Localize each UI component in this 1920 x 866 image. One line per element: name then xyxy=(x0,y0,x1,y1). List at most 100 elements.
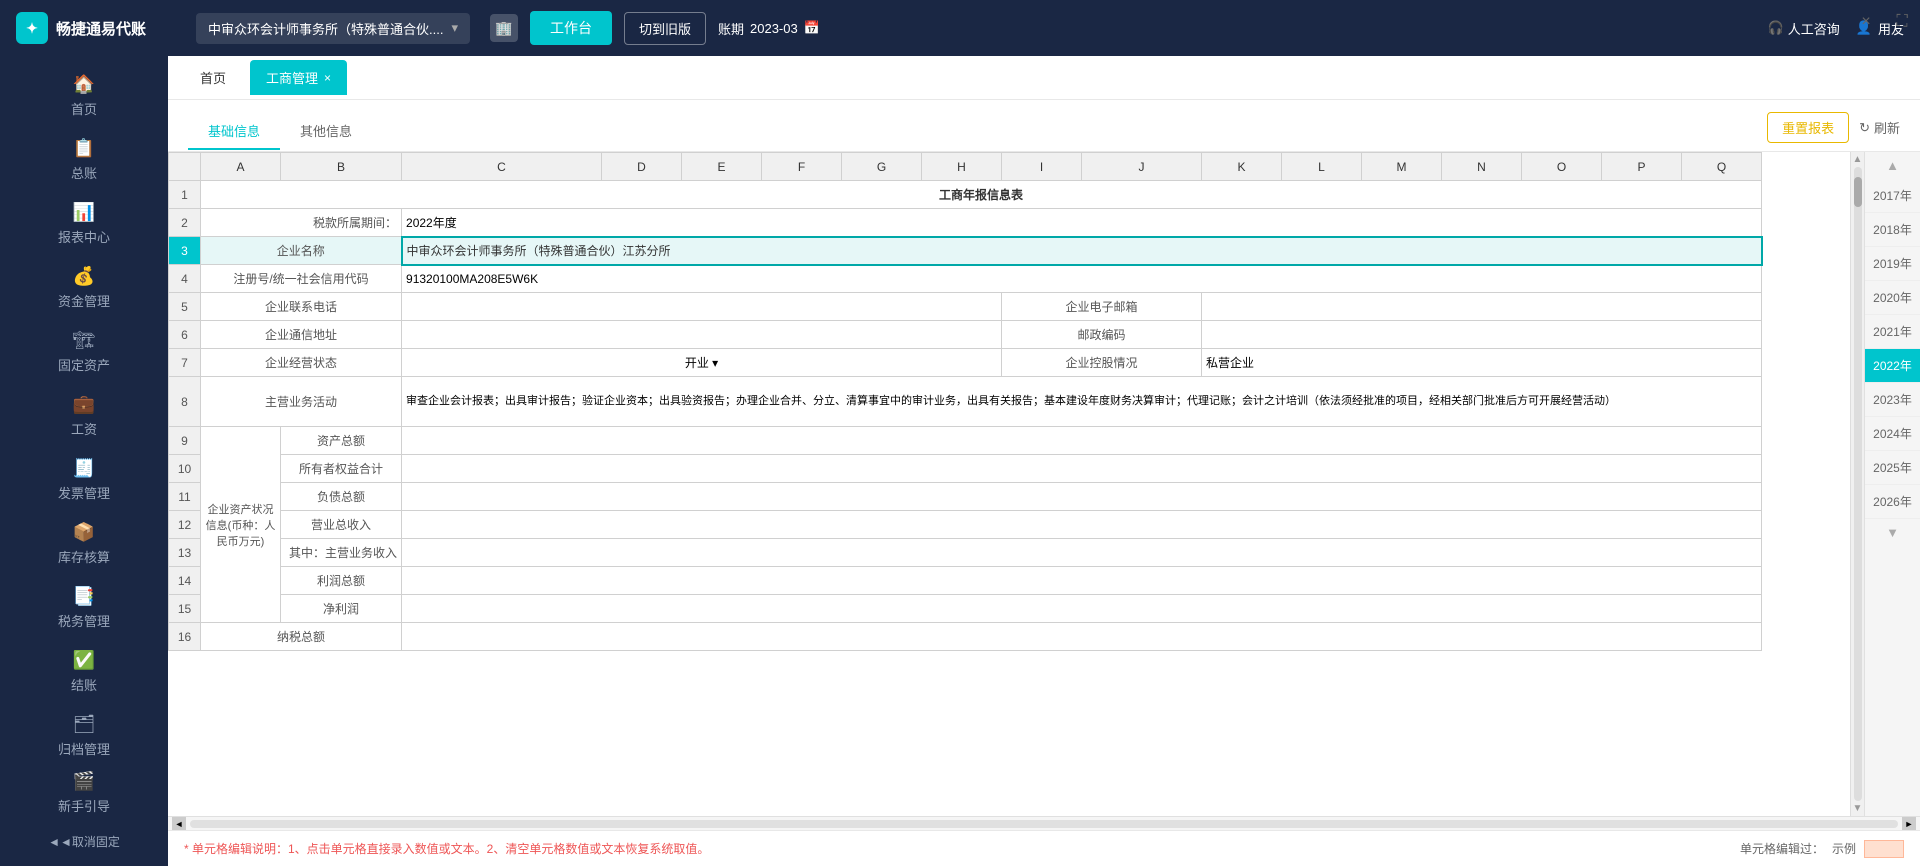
year-item-2022[interactable]: 2022年 xyxy=(1865,349,1920,383)
tab-active[interactable]: 工商管理 × xyxy=(250,60,347,95)
year-item-2024[interactable]: 2024年 xyxy=(1865,417,1920,451)
horizontal-scrollbar[interactable]: ◄ ► xyxy=(168,816,1920,830)
total-assets-label: 资产总额 xyxy=(281,427,402,455)
year-nav-up[interactable]: ▲ xyxy=(1865,152,1920,179)
workbench-button[interactable]: 工作台 xyxy=(530,11,612,45)
sidebar-item-finance[interactable]: 💰 资金管理 xyxy=(0,256,168,320)
year-item-2017[interactable]: 2017年 xyxy=(1865,179,1920,213)
tax-icon: 📑 xyxy=(73,586,95,607)
consult-button[interactable]: 🎧 人工咨询 xyxy=(1768,19,1840,38)
vertical-scrollbar[interactable]: ▲ ▼ xyxy=(1850,152,1864,816)
liability-value[interactable] xyxy=(402,483,1762,511)
sidebar-item-archive[interactable]: 🗂 归档管理 xyxy=(0,704,168,761)
example-color-box xyxy=(1864,840,1904,858)
refresh-button[interactable]: ↻ 刷新 xyxy=(1859,118,1900,137)
period-area: 账期 2023-03 📅 xyxy=(718,19,820,38)
sheet-wrapper[interactable]: A B C D E F G H I J K L xyxy=(168,152,1850,816)
old-version-button[interactable]: 切到旧版 xyxy=(624,12,706,45)
sidebar-item-tax[interactable]: 📑 税务管理 xyxy=(0,576,168,640)
scroll-right-arrow[interactable]: ► xyxy=(1902,817,1916,831)
year-item-2019[interactable]: 2019年 xyxy=(1865,247,1920,281)
tax-total-label: 纳税总额 xyxy=(201,623,402,651)
sidebar-item-invoice[interactable]: 🧾 发票管理 xyxy=(0,448,168,512)
scroll-up-icon[interactable]: ▲ xyxy=(1853,154,1863,165)
archive-icon: 🗂 xyxy=(73,714,96,735)
calendar-icon[interactable]: 📅 xyxy=(804,20,820,36)
sidebar-label-ledger: 总账 xyxy=(71,163,97,182)
total-revenue-value[interactable] xyxy=(402,511,1762,539)
corner-header xyxy=(169,153,201,181)
row-num-5: 5 xyxy=(169,293,201,321)
email-value[interactable] xyxy=(1202,293,1762,321)
scroll-down-icon[interactable]: ▼ xyxy=(1853,803,1863,814)
title-cell[interactable]: 工商年报信息表 xyxy=(201,181,1762,209)
sub-tab-other-label: 其他信息 xyxy=(300,124,352,139)
col-k: K xyxy=(1202,153,1282,181)
reset-report-button[interactable]: 重置报表 xyxy=(1767,112,1849,143)
year-item-2026[interactable]: 2026年 xyxy=(1865,485,1920,519)
total-assets-value[interactable] xyxy=(402,427,1762,455)
scroll-thumb[interactable] xyxy=(1854,177,1862,207)
report-icon: 📊 xyxy=(73,202,95,223)
regcode-value[interactable]: 91320100MA208E5W6K xyxy=(402,265,1762,293)
table-row: 7 企业经营状态 开业 ▾ 企业控股情况 私营企业 xyxy=(169,349,1762,377)
cancel-fixed-button[interactable]: ◄◄取消固定 xyxy=(0,825,168,858)
logo-icon: ✦ xyxy=(16,12,48,44)
phone-value[interactable] xyxy=(402,293,1002,321)
sheet-table: A B C D E F G H I J K L xyxy=(168,152,1763,651)
sidebar-label-assets: 固定资产 xyxy=(58,355,110,374)
bottom-bar: * 单元格编辑说明：1、点击单元格直接录入数值或文本。2、清空单元格数值或文本恢… xyxy=(168,830,1920,866)
zipcode-value[interactable] xyxy=(1202,321,1762,349)
sidebar-item-inventory[interactable]: 📦 库存核算 xyxy=(0,512,168,576)
company-value-cell[interactable]: 中审众环会计师事务所（特殊普通合伙）江苏分所 xyxy=(402,237,1762,265)
sub-tab-basic[interactable]: 基础信息 xyxy=(188,113,280,150)
sidebar-item-home[interactable]: 🏠 首页 xyxy=(0,64,168,128)
sidebar-item-assets[interactable]: 🏗 固定资产 xyxy=(0,320,168,384)
sidebar-item-salary[interactable]: 💼 工资 xyxy=(0,384,168,448)
address-value[interactable] xyxy=(402,321,1002,349)
assets-icon: 🏗 xyxy=(73,330,96,351)
year-item-2018[interactable]: 2018年 xyxy=(1865,213,1920,247)
row-num-4: 4 xyxy=(169,265,201,293)
company-icon-button[interactable]: 🏢 xyxy=(490,14,518,42)
tab-home-label: 首页 xyxy=(200,71,226,86)
logo-area: ✦ 畅捷通易代账 xyxy=(16,12,184,44)
table-row: 8 主营业务活动 审查企业会计报表；出具审计报告；验证企业资本；出具验资报告；办… xyxy=(169,377,1762,427)
main-revenue-value[interactable] xyxy=(402,539,1762,567)
main-layout: 🏠 首页 📋 总账 📊 报表中心 💰 资金管理 🏗 固定资产 💼 工资 xyxy=(0,56,1920,866)
net-profit-value[interactable] xyxy=(402,595,1762,623)
sidebar-item-report[interactable]: 📊 报表中心 xyxy=(0,192,168,256)
sidebar-item-ledger[interactable]: 📋 总账 xyxy=(0,128,168,192)
col-a: A xyxy=(201,153,281,181)
tab-close-icon[interactable]: × xyxy=(324,71,331,85)
equity-value[interactable] xyxy=(402,455,1762,483)
holding-value[interactable]: 私营企业 xyxy=(1202,349,1762,377)
company-selector[interactable]: 中审众环会计师事务所（特殊普通合伙.... ▾ xyxy=(196,13,470,44)
scroll-left-arrow[interactable]: ◄ xyxy=(172,817,186,831)
year-nav-down[interactable]: ▼ xyxy=(1865,519,1920,546)
sidebar-item-newuser[interactable]: 🎬 新手引导 xyxy=(0,761,168,825)
row-num-8: 8 xyxy=(169,377,201,427)
sidebar-item-close[interactable]: ✅ 结账 xyxy=(0,640,168,704)
table-row: 9 企业资产状况信息(币种：人民币万元) 资产总额 xyxy=(169,427,1762,455)
total-profit-value[interactable] xyxy=(402,567,1762,595)
period-value-cell[interactable]: 2022年度 xyxy=(402,209,1762,237)
year-item-2020[interactable]: 2020年 xyxy=(1865,281,1920,315)
table-row: 1 工商年报信息表 xyxy=(169,181,1762,209)
year-item-2021[interactable]: 2021年 xyxy=(1865,315,1920,349)
year-item-2025[interactable]: 2025年 xyxy=(1865,451,1920,485)
row-num-11: 11 xyxy=(169,483,201,511)
status-value[interactable]: 开业 ▾ xyxy=(402,349,1002,377)
regcode-label: 注册号/统一社会信用代码 xyxy=(201,265,402,293)
sub-tab-other[interactable]: 其他信息 xyxy=(280,113,372,150)
refresh-label: 刷新 xyxy=(1874,118,1900,137)
year-item-2023[interactable]: 2023年 xyxy=(1865,383,1920,417)
table-row: 6 企业通信地址 邮政编码 xyxy=(169,321,1762,349)
period-label-cell: 税款所属期间： xyxy=(201,209,402,237)
col-b: B xyxy=(281,153,402,181)
tax-total-value[interactable] xyxy=(402,623,1762,651)
col-e: E xyxy=(682,153,762,181)
business-value[interactable]: 审查企业会计报表；出具审计报告；验证企业资本；出具验资报告；办理企业合并、分立、… xyxy=(402,377,1762,427)
holding-label: 企业控股情况 xyxy=(1002,349,1202,377)
tab-home[interactable]: 首页 xyxy=(184,60,242,95)
